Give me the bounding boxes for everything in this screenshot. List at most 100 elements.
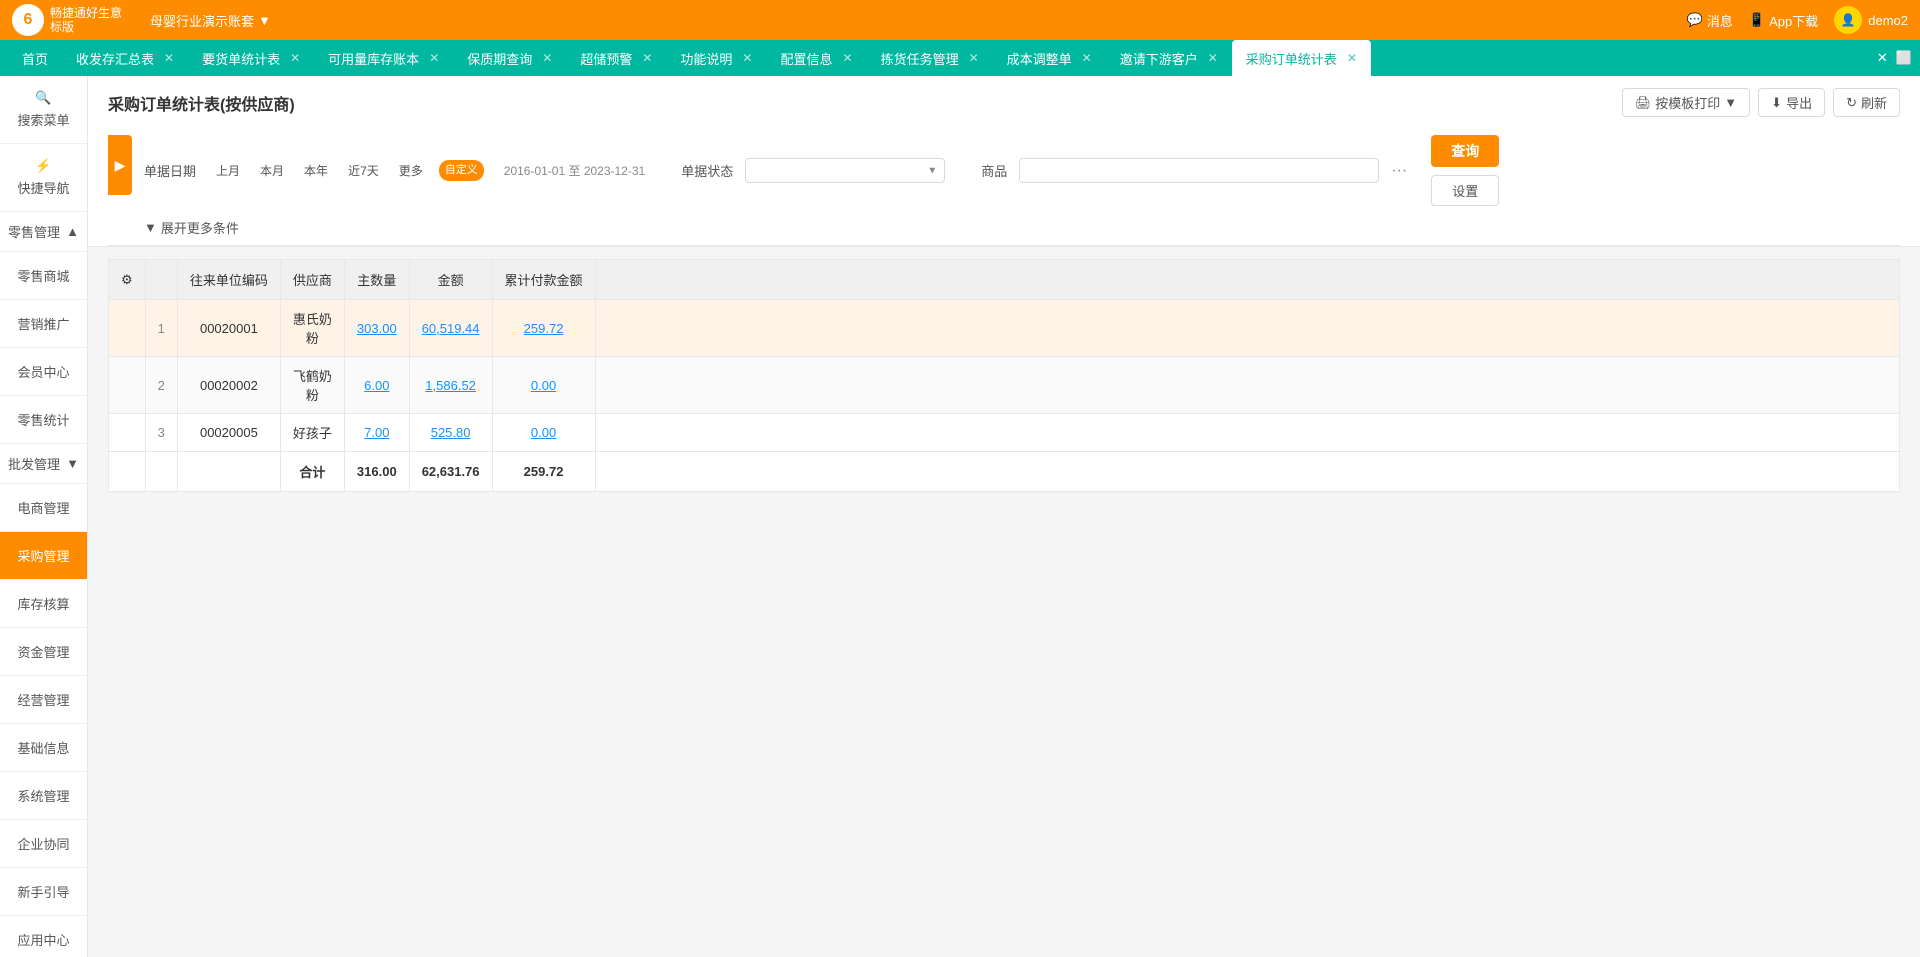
shortcut-more[interactable]: 更多 (391, 160, 431, 181)
refresh-label: 刷新 (1861, 93, 1887, 112)
td-amount-1[interactable]: 60,519.44 (409, 300, 492, 357)
cum-paid-link-3[interactable]: 0.00 (531, 425, 556, 440)
tab-pick-task[interactable]: 拣货任务管理 ✕ (867, 40, 993, 76)
main-qty-link-2[interactable]: 6.00 (364, 378, 389, 393)
th-amount: 金额 (409, 260, 492, 300)
sidebar-item-search[interactable]: 🔍 搜索菜单 (0, 76, 87, 144)
tab-warranty-query-close[interactable]: ✕ (542, 51, 552, 65)
tab-home[interactable]: 首页 (8, 40, 62, 76)
sidebar-member-center-label: 会员中心 (17, 362, 69, 381)
retail-mgmt-arrow-icon: ▲ (66, 224, 79, 239)
custom-date-tag: 自定义 (439, 160, 484, 181)
messages-link[interactable]: 💬 消息 (1687, 11, 1733, 30)
table-row[interactable]: 3 00020005 好孩子 7.00 525.80 0.00 (109, 414, 1900, 452)
export-button[interactable]: ⬇ 导出 (1758, 88, 1825, 117)
sidebar-item-ops-mgmt[interactable]: 经营管理 (0, 676, 87, 724)
tab-available-stock[interactable]: 可用量库存账本 ✕ (314, 40, 453, 76)
cum-paid-link-2[interactable]: 0.00 (531, 378, 556, 393)
sidebar-item-new-guide[interactable]: 新手引导 (0, 868, 87, 916)
refresh-button[interactable]: ↻ 刷新 (1833, 88, 1900, 117)
sidebar-item-ecom-mgmt[interactable]: 电商管理 (0, 484, 87, 532)
tab-home-label: 首页 (22, 49, 48, 68)
sidebar-item-member-center[interactable]: 会员中心 (0, 348, 87, 396)
status-select[interactable] (745, 158, 945, 183)
table-row[interactable]: 2 00020002 飞鹤奶粉 6.00 1,586.52 0.00 (109, 357, 1900, 414)
tab-func-desc-close[interactable]: ✕ (742, 51, 752, 65)
table-row[interactable]: 1 00020001 惠氏奶粉 303.00 60,519.44 259.72 (109, 300, 1900, 357)
tab-collect-pay-close[interactable]: ✕ (164, 51, 174, 65)
tab-available-stock-close[interactable]: ✕ (429, 51, 439, 65)
main-qty-link-3[interactable]: 7.00 (364, 425, 389, 440)
tab-cost-adjust-close[interactable]: ✕ (1082, 51, 1092, 65)
sidebar-item-retail-stats[interactable]: 零售统计 (0, 396, 87, 444)
shortcut-this-year[interactable]: 本年 (296, 160, 336, 181)
tab-invite-downstream[interactable]: 邀请下游客户 ✕ (1106, 40, 1232, 76)
nav-close-all-icon[interactable]: ✕ (1877, 50, 1888, 66)
tab-func-desc[interactable]: 功能说明 ✕ (666, 40, 766, 76)
query-button[interactable]: 查询 (1431, 135, 1499, 167)
td-main-qty-3[interactable]: 7.00 (344, 414, 409, 452)
td-cum-paid-3[interactable]: 0.00 (492, 414, 595, 452)
amount-link-2[interactable]: 1,586.52 (425, 378, 476, 393)
sidebar-item-purchase-mgmt[interactable]: 采购管理 (0, 532, 87, 580)
sidebar-item-sys-mgmt[interactable]: 系统管理 (0, 772, 87, 820)
shortcut-7days[interactable]: 近7天 (340, 160, 387, 181)
shortcut-this-month[interactable]: 本月 (252, 160, 292, 181)
tab-invite-downstream-close[interactable]: ✕ (1208, 51, 1218, 65)
expand-more-conditions[interactable]: ▼ 展开更多条件 (144, 214, 1900, 245)
tfoot-amount: 62,631.76 (409, 452, 492, 492)
tab-collect-pay[interactable]: 收发存汇总表 ✕ (62, 40, 188, 76)
main-qty-link-1[interactable]: 303.00 (357, 321, 397, 336)
settings-button[interactable]: 设置 (1431, 175, 1499, 206)
sidebar-item-capital-mgmt[interactable]: 资金管理 (0, 628, 87, 676)
filter-expand-arrow[interactable]: ▶ (108, 135, 132, 195)
workspace-selector[interactable]: 母婴行业演示账套 ▼ (150, 11, 271, 30)
sidebar-item-app-center[interactable]: 应用中心 (0, 916, 87, 957)
td-cum-paid-2[interactable]: 0.00 (492, 357, 595, 414)
td-cum-paid-1[interactable]: 259.72 (492, 300, 595, 357)
app-download-link[interactable]: 📱 App下载 (1749, 11, 1818, 30)
sidebar-item-quick-nav[interactable]: ⚡ 快捷导航 (0, 144, 87, 212)
sidebar-item-inventory-check[interactable]: 库存核算 (0, 580, 87, 628)
goods-filter-more-icon[interactable]: ··· (1391, 162, 1407, 180)
shortcut-last-month[interactable]: 上月 (208, 160, 248, 181)
tab-purchase-stats[interactable]: 采购订单统计表 ✕ (1232, 40, 1371, 76)
tab-warranty-query[interactable]: 保质期查询 ✕ (453, 40, 566, 76)
tab-goods-stats[interactable]: 要货单统计表 ✕ (188, 40, 314, 76)
td-main-qty-2[interactable]: 6.00 (344, 357, 409, 414)
td-amount-2[interactable]: 1,586.52 (409, 357, 492, 414)
th-gear[interactable]: ⚙ (109, 260, 146, 300)
td-main-qty-1[interactable]: 303.00 (344, 300, 409, 357)
cum-paid-link-1[interactable]: 259.72 (524, 321, 564, 336)
goods-filter-input[interactable] (1019, 158, 1379, 183)
tab-overstock-warning[interactable]: 超储预警 ✕ (566, 40, 666, 76)
sidebar-item-retail-mall[interactable]: 零售商城 (0, 252, 87, 300)
th-main-qty: 主数量 (344, 260, 409, 300)
tab-config-info[interactable]: 配置信息 ✕ (766, 40, 866, 76)
user-avatar[interactable]: 👤 demo2 (1834, 6, 1908, 34)
expand-more-label: 展开更多条件 (161, 218, 239, 237)
sidebar-sys-mgmt-label: 系统管理 (17, 786, 69, 805)
quick-nav-icon: ⚡ (35, 158, 51, 174)
tab-cost-adjust[interactable]: 成本调整单 ✕ (993, 40, 1106, 76)
tab-goods-stats-close[interactable]: ✕ (290, 51, 300, 65)
sidebar-item-marketing[interactable]: 营销推广 (0, 300, 87, 348)
td-amount-3[interactable]: 525.80 (409, 414, 492, 452)
td-row-num-1: 1 (145, 300, 177, 357)
tab-config-info-close[interactable]: ✕ (843, 51, 853, 65)
print-button[interactable]: 🖨 按模板打印 ▼ (1622, 88, 1750, 117)
tab-overstock-warning-close[interactable]: ✕ (642, 51, 652, 65)
td-row-num-3: 3 (145, 414, 177, 452)
sidebar-item-basic-info[interactable]: 基础信息 (0, 724, 87, 772)
amount-link-3[interactable]: 525.80 (431, 425, 471, 440)
amount-link-1[interactable]: 60,519.44 (422, 321, 480, 336)
tab-purchase-stats-close[interactable]: ✕ (1347, 51, 1357, 65)
status-select-wrapper (745, 158, 945, 183)
td-supplier-3: 好孩子 (280, 414, 344, 452)
tab-pick-task-close[interactable]: ✕ (969, 51, 979, 65)
sidebar-item-enterprise-collab[interactable]: 企业协同 (0, 820, 87, 868)
nav-restore-icon[interactable]: ⬜ (1896, 50, 1912, 66)
sidebar-item-retail-mgmt[interactable]: 零售管理 ▲ (0, 212, 87, 252)
tab-goods-stats-label: 要货单统计表 (202, 49, 280, 68)
sidebar-item-wholesale-mgmt[interactable]: 批发管理 ▼ (0, 444, 87, 484)
